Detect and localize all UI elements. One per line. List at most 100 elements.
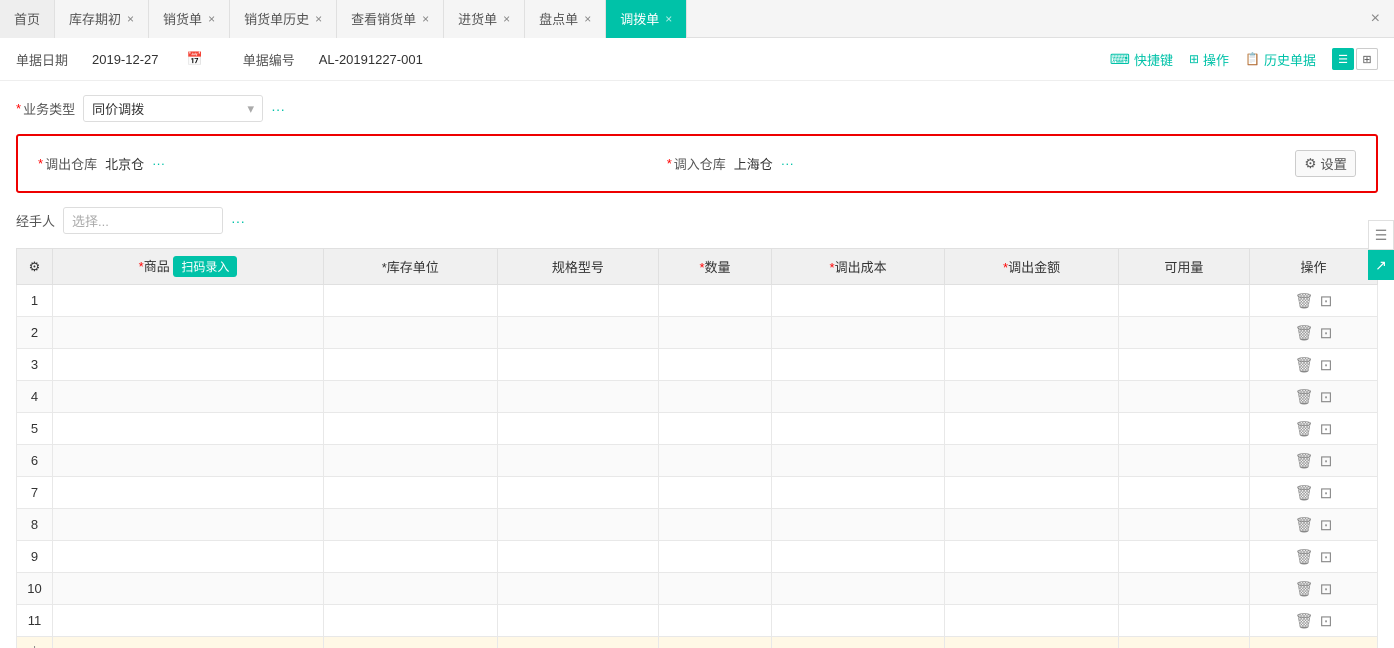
delete-icon-10[interactable]: 🗑 — [1295, 580, 1314, 598]
row-num-5: 5 — [17, 413, 53, 445]
out-warehouse-ellipsis[interactable]: ··· — [152, 156, 165, 171]
business-type-value: 同价调拨 — [92, 99, 144, 118]
table-container: ⚙ *商品 扫码录入 *库存单位 规格型号 *数量 *调出成本 *调出金额 可用… — [16, 248, 1378, 648]
delete-icon-3[interactable]: 🗑 — [1295, 356, 1314, 374]
sidebar-export-icon[interactable]: ↗ — [1368, 250, 1394, 280]
th-transfer-cost: *调出成本 — [771, 249, 945, 285]
handler-ellipsis[interactable]: ··· — [231, 213, 245, 229]
copy-icon-3[interactable]: ⊡ — [1320, 356, 1333, 374]
delete-icon-11[interactable]: 🗑 — [1295, 612, 1314, 630]
th-available: 可用量 — [1118, 249, 1249, 285]
row-num-11: 11 — [17, 605, 53, 637]
close-sales-history[interactable]: × — [315, 12, 322, 26]
warehouse-section: * 调出仓库 北京仓 ··· * 调入仓库 上海仓 ··· ⚙ 设置 — [16, 134, 1378, 193]
table-row: 8 🗑 ⊡ — [17, 509, 1378, 541]
history-button[interactable]: 📋 历史单据 — [1245, 50, 1316, 69]
tab-purchase-order[interactable]: 进货单 × — [444, 0, 525, 38]
in-warehouse-ellipsis[interactable]: ··· — [781, 156, 794, 171]
handler-row: 经手人 选择... ··· — [16, 207, 1378, 234]
shortcuts-button[interactable]: ⌨ 快捷键 — [1110, 50, 1173, 69]
chevron-down-icon: ▾ — [248, 101, 255, 117]
form-header: 单据日期 2019-12-27 📅 单据编号 AL-20191227-001 ⌨… — [0, 38, 1394, 81]
doc-no-label: 单据编号 — [243, 50, 295, 69]
table-row: 3 🗑 ⊡ — [17, 349, 1378, 381]
tab-sales-history[interactable]: 销货单历史 × — [230, 0, 337, 38]
settings-button[interactable]: ⚙ 设置 — [1295, 150, 1356, 177]
row-num-6: 6 — [17, 445, 53, 477]
shortcuts-icon: ⌨ — [1110, 51, 1130, 68]
delete-icon-2[interactable]: 🗑 — [1295, 324, 1314, 342]
delete-icon-9[interactable]: 🗑 — [1295, 548, 1314, 566]
row-num-3: 3 — [17, 349, 53, 381]
copy-icon-2[interactable]: ⊡ — [1320, 324, 1333, 342]
delete-icon-4[interactable]: 🗑 — [1295, 388, 1314, 406]
handler-select[interactable]: 选择... — [63, 207, 223, 234]
operations-button[interactable]: ⊞ 操作 — [1189, 50, 1229, 69]
business-type-select[interactable]: 同价调拨 ▾ — [83, 95, 263, 122]
delete-icon-5[interactable]: 🗑 — [1295, 420, 1314, 438]
table-row: 7 🗑 ⊡ — [17, 477, 1378, 509]
out-warehouse-field: * 调出仓库 北京仓 ··· — [38, 154, 667, 173]
close-inventory-init[interactable]: × — [127, 12, 134, 26]
right-sidebar: ☰ ↗ — [1368, 220, 1394, 280]
table-row: 5 🗑 ⊡ — [17, 413, 1378, 445]
business-type-ellipsis[interactable]: ··· — [271, 101, 285, 117]
row-num-8: 8 — [17, 509, 53, 541]
in-warehouse-value: 上海仓 — [734, 154, 773, 173]
delete-icon-1[interactable]: 🗑 — [1295, 292, 1314, 310]
tab-home[interactable]: 首页 — [0, 0, 55, 38]
copy-icon-9[interactable]: ⊡ — [1320, 548, 1333, 566]
close-sales-order[interactable]: × — [208, 12, 215, 26]
tab-transfer-order[interactable]: 调拨单 × — [606, 0, 687, 38]
delete-icon-7[interactable]: 🗑 — [1295, 484, 1314, 502]
th-spec: 规格型号 — [497, 249, 659, 285]
close-view-sales[interactable]: × — [422, 12, 429, 26]
copy-icon-5[interactable]: ⊡ — [1320, 420, 1333, 438]
row-num-2: 2 — [17, 317, 53, 349]
table-row: 11 🗑 ⊡ — [17, 605, 1378, 637]
calendar-icon[interactable]: 📅 — [187, 51, 203, 67]
date-label: 单据日期 — [16, 50, 68, 69]
copy-icon-10[interactable]: ⊡ — [1320, 580, 1333, 598]
date-value: 2019-12-27 — [92, 52, 159, 67]
copy-icon-4[interactable]: ⊡ — [1320, 388, 1333, 406]
scan-button[interactable]: 扫码录入 — [173, 256, 237, 277]
copy-icon-7[interactable]: ⊡ — [1320, 484, 1333, 502]
delete-icon-6[interactable]: 🗑 — [1295, 452, 1314, 470]
tab-sales-order[interactable]: 销货单 × — [149, 0, 230, 38]
close-purchase-order[interactable]: × — [503, 12, 510, 26]
table-row: 9 🗑 ⊡ — [17, 541, 1378, 573]
close-all-tabs[interactable]: × — [1357, 0, 1394, 38]
th-goods: *商品 扫码录入 — [53, 249, 324, 285]
layout-btn-2[interactable]: ⊞ — [1356, 48, 1378, 70]
operations-icon: ⊞ — [1189, 52, 1199, 66]
th-gear[interactable]: ⚙ — [17, 249, 53, 285]
copy-icon-6[interactable]: ⊡ — [1320, 452, 1333, 470]
table-row: 2 🗑 ⊡ — [17, 317, 1378, 349]
close-transfer-order[interactable]: × — [665, 12, 672, 26]
in-warehouse-field: * 调入仓库 上海仓 ··· — [667, 154, 1296, 173]
header-actions: ⌨ 快捷键 ⊞ 操作 📋 历史单据 ☰ ⊞ — [1110, 48, 1378, 70]
tab-view-sales[interactable]: 查看销货单 × — [337, 0, 444, 38]
out-warehouse-label: 调出仓库 — [45, 154, 97, 173]
close-inventory-count[interactable]: × — [584, 12, 591, 26]
form-body: * 业务类型 同价调拨 ▾ ··· * 调出仓库 北京仓 ··· * 调入仓库 … — [0, 81, 1394, 648]
table-row: 6 🗑 ⊡ — [17, 445, 1378, 477]
business-type-required: * — [16, 101, 21, 116]
table-header-row: ⚙ *商品 扫码录入 *库存单位 规格型号 *数量 *调出成本 *调出金额 可用… — [17, 249, 1378, 285]
sidebar-list-icon[interactable]: ☰ — [1368, 220, 1394, 250]
copy-icon-8[interactable]: ⊡ — [1320, 516, 1333, 534]
copy-icon-1[interactable]: ⊡ — [1320, 292, 1333, 310]
th-unit: *库存单位 — [324, 249, 498, 285]
table-row: 4 🗑 ⊡ — [17, 381, 1378, 413]
th-qty: *数量 — [659, 249, 772, 285]
layout-btn-1[interactable]: ☰ — [1332, 48, 1354, 70]
th-actions: 操作 — [1250, 249, 1378, 285]
tab-inventory-count[interactable]: 盘点单 × — [525, 0, 606, 38]
history-icon: 📋 — [1245, 52, 1260, 66]
copy-icon-11[interactable]: ⊡ — [1320, 612, 1333, 630]
subtotal-total-row: 小计 0.00 0.00 0.00 0.00 — [17, 637, 1378, 648]
delete-icon-8[interactable]: 🗑 — [1295, 516, 1314, 534]
tab-inventory-init[interactable]: 库存期初 × — [55, 0, 149, 38]
business-type-row: * 业务类型 同价调拨 ▾ ··· — [16, 95, 1378, 122]
